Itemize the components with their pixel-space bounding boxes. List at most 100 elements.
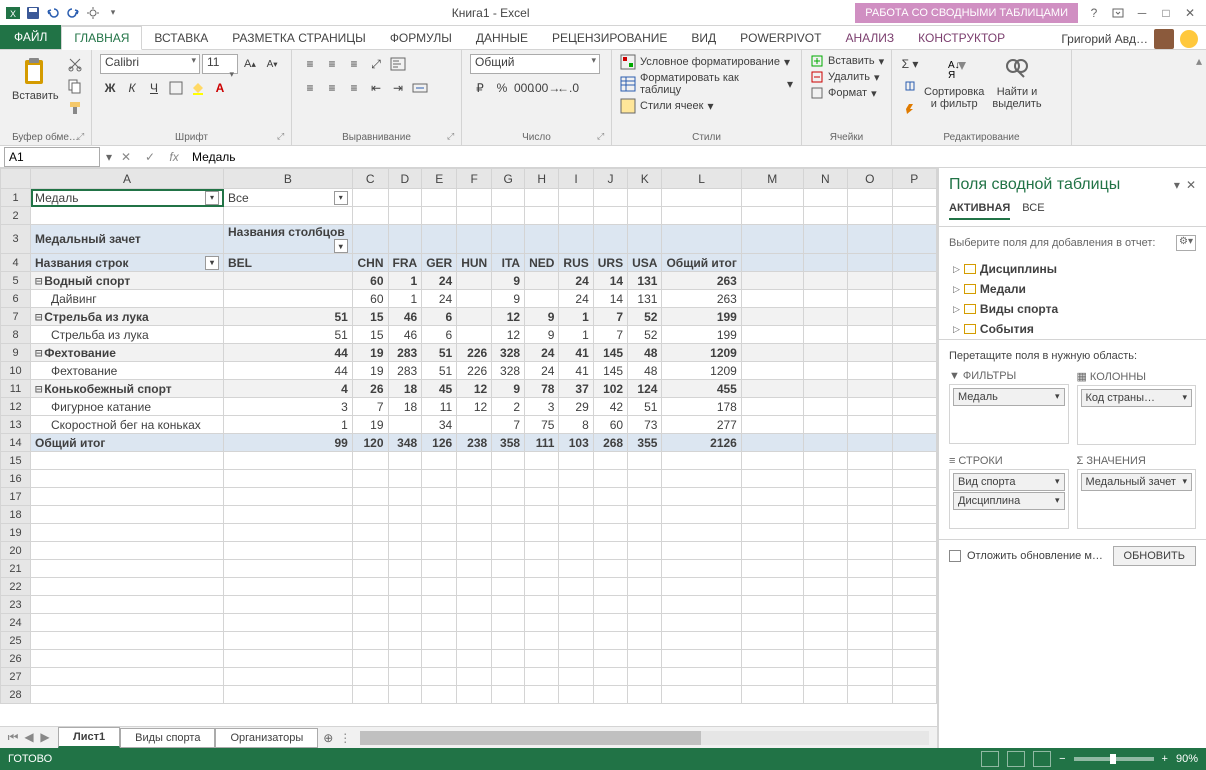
row-header[interactable]: 4 xyxy=(1,254,31,272)
row-header[interactable]: 26 xyxy=(1,650,31,668)
col-header[interactable]: G xyxy=(492,169,525,189)
row-header[interactable]: 14 xyxy=(1,434,31,452)
row-header[interactable]: 22 xyxy=(1,578,31,596)
row-header[interactable]: 1 xyxy=(1,189,31,207)
pane-layout-button[interactable]: ⚙▾ xyxy=(1176,235,1196,251)
zone-filters[interactable]: Медаль xyxy=(949,384,1069,444)
conditional-format-button[interactable]: Условное форматирование ▾ xyxy=(620,54,790,70)
row-header[interactable]: 16 xyxy=(1,470,31,488)
col-header[interactable]: K xyxy=(628,169,662,189)
increase-font-button[interactable]: A▴ xyxy=(240,54,260,74)
clear-button[interactable] xyxy=(900,98,920,118)
merge-button[interactable] xyxy=(410,78,430,98)
add-sheet-button[interactable]: ⊕ xyxy=(318,731,338,745)
qat-customize-icon[interactable]: ▾ xyxy=(104,4,122,22)
row-header[interactable]: 10 xyxy=(1,362,31,380)
close-button[interactable]: ✕ xyxy=(1182,5,1198,21)
row-header[interactable]: 24 xyxy=(1,614,31,632)
italic-button[interactable]: К xyxy=(122,78,142,98)
format-as-table-button[interactable]: Форматировать как таблицу ▾ xyxy=(620,72,793,96)
zoom-slider[interactable] xyxy=(1074,757,1154,761)
update-button[interactable]: ОБНОВИТЬ xyxy=(1113,546,1196,566)
excel-icon[interactable]: X xyxy=(4,4,22,22)
tab-home[interactable]: ГЛАВНАЯ xyxy=(61,26,142,50)
save-button[interactable] xyxy=(24,4,42,22)
horizontal-scrollbar[interactable] xyxy=(360,731,929,745)
increase-decimal-button[interactable]: .00→ xyxy=(536,78,556,98)
tab-review[interactable]: РЕЦЕНЗИРОВАНИЕ xyxy=(540,27,679,49)
name-box[interactable] xyxy=(4,147,100,167)
row-header[interactable]: 7 xyxy=(1,308,31,326)
col-header[interactable]: O xyxy=(848,169,892,189)
autosum-button[interactable]: Σ ▾ xyxy=(900,54,920,74)
col-header[interactable]: I xyxy=(559,169,593,189)
border-button[interactable] xyxy=(166,78,186,98)
sort-filter-button[interactable]: А↓Я Сортировка и фильтр xyxy=(920,54,988,112)
namebox-dropdown-icon[interactable]: ▾ xyxy=(106,150,112,164)
row-header[interactable]: 9 xyxy=(1,344,31,362)
field-list-item[interactable]: ▷Виды спорта xyxy=(949,299,1196,319)
tab-pagelayout[interactable]: РАЗМЕТКА СТРАНИЦЫ xyxy=(220,27,378,49)
tab-formulas[interactable]: ФОРМУЛЫ xyxy=(378,27,464,49)
pane-tab-active[interactable]: АКТИВНАЯ xyxy=(949,202,1010,220)
avatar[interactable] xyxy=(1154,29,1174,49)
sheet-tab-1[interactable]: Лист1 xyxy=(58,727,120,748)
row-header[interactable]: 3 xyxy=(1,225,31,254)
value-field-item[interactable]: Медальный зачет xyxy=(1081,473,1193,491)
row-header[interactable]: 23 xyxy=(1,596,31,614)
zoom-in-button[interactable]: + xyxy=(1162,753,1168,765)
row-field-item-1[interactable]: Вид спорта xyxy=(953,473,1065,491)
tab-view[interactable]: ВИД xyxy=(679,27,728,49)
fx-button[interactable]: fx xyxy=(162,147,186,167)
middle-align-button[interactable]: ≡ xyxy=(322,54,342,74)
row-header[interactable]: 28 xyxy=(1,686,31,704)
fill-color-button[interactable] xyxy=(188,78,208,98)
currency-button[interactable]: ₽ xyxy=(470,78,490,98)
field-list-item[interactable]: ▷Дисциплины xyxy=(949,259,1196,279)
spreadsheet-grid[interactable]: ABCDEFGHIJKLMNOP1Медаль▾Все▾23Медальный … xyxy=(0,168,937,704)
feedback-icon[interactable] xyxy=(1180,30,1198,48)
cut-button[interactable] xyxy=(65,54,85,74)
filter-dropdown-icon[interactable]: ▾ xyxy=(334,239,348,253)
normal-view-button[interactable] xyxy=(981,751,999,767)
zone-rows[interactable]: Вид спорта Дисциплина xyxy=(949,469,1069,529)
field-list-item[interactable]: ▷События xyxy=(949,319,1196,339)
row-header[interactable]: 15 xyxy=(1,452,31,470)
col-header[interactable]: B xyxy=(224,169,353,189)
sheet-tab-2[interactable]: Виды спорта xyxy=(120,728,215,748)
pane-dropdown-icon[interactable]: ▾ xyxy=(1174,178,1180,192)
sheet-nav-next-icon[interactable]: ▶ xyxy=(38,730,52,745)
filter-dropdown-icon[interactable]: ▾ xyxy=(205,256,219,270)
top-align-button[interactable]: ≡ xyxy=(300,54,320,74)
row-header[interactable]: 27 xyxy=(1,668,31,686)
paste-button[interactable]: Вставить xyxy=(8,54,63,104)
row-header[interactable]: 17 xyxy=(1,488,31,506)
enter-formula-button[interactable]: ✓ xyxy=(138,147,162,167)
minimize-button[interactable]: ─ xyxy=(1134,5,1150,21)
tab-insert[interactable]: ВСТАВКА xyxy=(142,27,220,49)
sheet-nav-first-icon[interactable]: ⏮ xyxy=(6,730,20,745)
row-field-item-2[interactable]: Дисциплина xyxy=(953,492,1065,510)
font-name-combo[interactable]: Calibri xyxy=(100,54,200,74)
orientation-button[interactable]: ⤢ xyxy=(366,54,386,74)
row-header[interactable]: 21 xyxy=(1,560,31,578)
decrease-font-button[interactable]: A▾ xyxy=(262,54,282,74)
font-color-button[interactable]: A xyxy=(210,78,230,98)
percent-button[interactable]: % xyxy=(492,78,512,98)
bottom-align-button[interactable]: ≡ xyxy=(344,54,364,74)
page-layout-view-button[interactable] xyxy=(1007,751,1025,767)
row-header[interactable]: 2 xyxy=(1,207,31,225)
col-header[interactable]: D xyxy=(388,169,422,189)
col-header[interactable]: P xyxy=(892,169,937,189)
row-header[interactable]: 25 xyxy=(1,632,31,650)
copy-button[interactable] xyxy=(65,76,85,96)
help-button[interactable]: ? xyxy=(1086,5,1102,21)
filter-dropdown-icon[interactable]: ▾ xyxy=(334,191,348,205)
tab-design[interactable]: КОНСТРУКТОР xyxy=(906,27,1017,49)
zoom-level[interactable]: 90% xyxy=(1176,753,1198,765)
tab-powerpivot[interactable]: POWERPIVOT xyxy=(728,27,833,49)
touch-mode-button[interactable] xyxy=(84,4,102,22)
tab-analyze[interactable]: АНАЛИЗ xyxy=(833,27,906,49)
collapse-ribbon-button[interactable]: ▴ xyxy=(1192,50,1206,145)
col-header[interactable]: H xyxy=(525,169,559,189)
